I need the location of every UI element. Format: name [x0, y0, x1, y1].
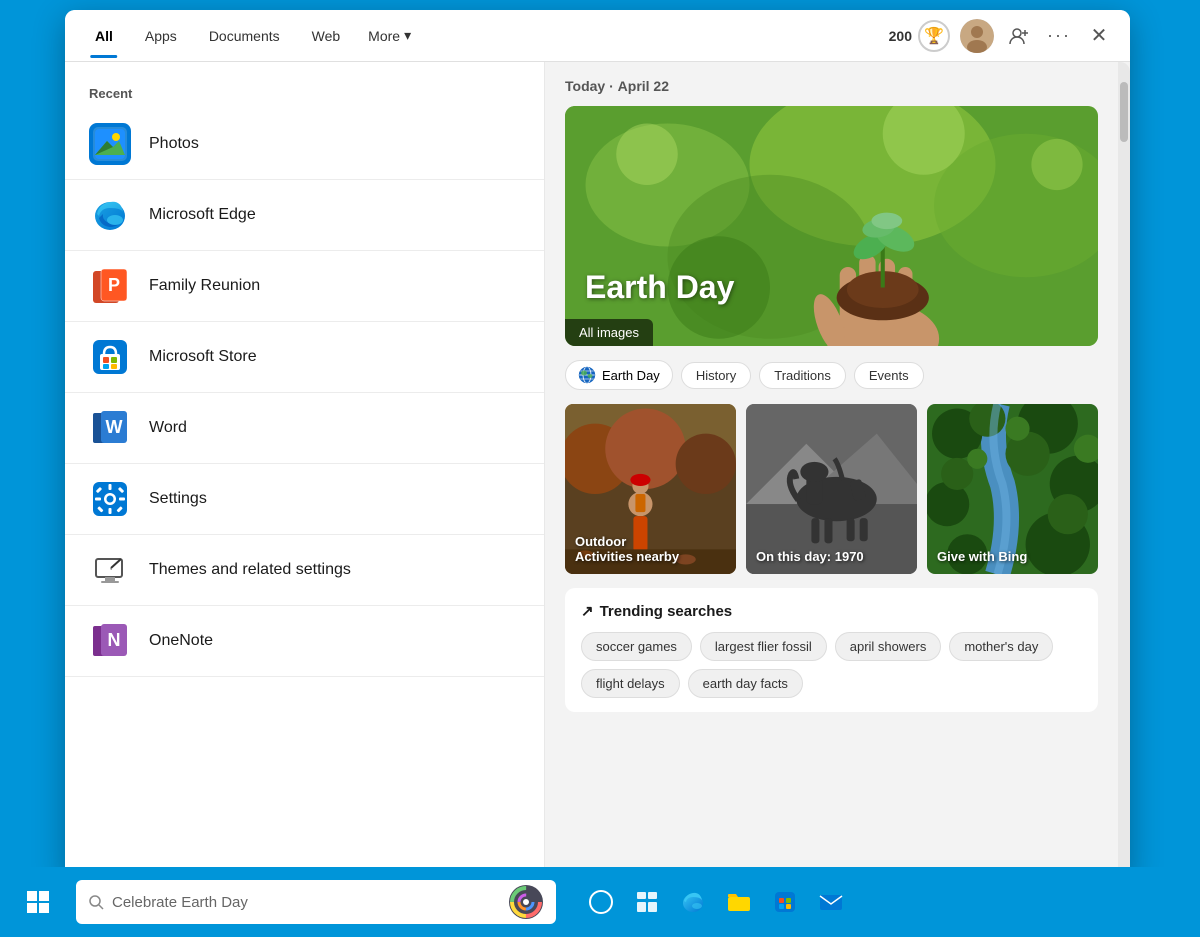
taskbar-mail-icon[interactable]	[816, 887, 846, 917]
trending-pill-2[interactable]: april showers	[835, 632, 942, 661]
date-separator: ·	[609, 78, 614, 94]
taskbar: Celebrate Earth Day	[0, 867, 1200, 937]
tab-apps[interactable]: Apps	[131, 22, 191, 50]
taskbar-grid-icon[interactable]	[632, 887, 662, 917]
taskbar-circle-icon[interactable]	[586, 887, 616, 917]
history-label: On this day: 1970	[756, 549, 864, 564]
tab-documents[interactable]: Documents	[195, 22, 294, 50]
main-content: Recent Photos	[65, 62, 1130, 880]
app-item-store[interactable]: Microsoft Store	[65, 322, 544, 393]
onenote-icon: N	[89, 620, 131, 662]
trending-section: ↗ Trending searches soccer games largest…	[565, 588, 1098, 712]
app-item-word[interactable]: W Word	[65, 393, 544, 464]
recent-label: Recent	[65, 78, 544, 109]
word-icon: W	[89, 407, 131, 449]
app-item-settings[interactable]: Settings	[65, 464, 544, 535]
taskbar-store-icon[interactable]	[770, 887, 800, 917]
tag-events[interactable]: Events	[854, 362, 924, 389]
svg-text:P: P	[108, 275, 120, 295]
trending-pill-5[interactable]: earth day facts	[688, 669, 803, 698]
app-name-settings: Settings	[149, 490, 207, 508]
bing-logo-icon	[508, 884, 544, 920]
close-button[interactable]: ✕	[1084, 21, 1114, 51]
app-name-themes: Themes and related settings	[149, 561, 351, 579]
app-item-themes[interactable]: Themes and related settings	[65, 535, 544, 606]
trending-pills: soccer games largest flier fossil april …	[581, 632, 1082, 698]
taskbar-edge-icon[interactable]	[678, 887, 708, 917]
app-item-photos[interactable]: Photos	[65, 109, 544, 180]
trending-pill-4[interactable]: flight delays	[581, 669, 680, 698]
trending-pill-1[interactable]: largest flier fossil	[700, 632, 827, 661]
taskbar-icons	[586, 887, 846, 917]
app-item-edge[interactable]: Microsoft Edge	[65, 180, 544, 251]
tab-web[interactable]: Web	[298, 22, 355, 50]
svg-text:W: W	[106, 417, 123, 437]
nav-tabs: All Apps Documents Web More ▾	[81, 21, 873, 50]
outdoor-label: OutdoorActivities nearby	[575, 534, 679, 564]
image-grid: OutdoorActivities nearby	[565, 404, 1098, 574]
scrollbar-thumb[interactable]	[1120, 82, 1128, 142]
left-panel: Recent Photos	[65, 62, 545, 880]
edge-icon	[89, 194, 131, 236]
avatar[interactable]	[960, 19, 994, 53]
grid-card-history[interactable]: On this day: 1970	[746, 404, 917, 574]
app-name-word: Word	[149, 419, 187, 437]
search-input[interactable]: Celebrate Earth Day	[112, 894, 500, 911]
title-bar: All Apps Documents Web More ▾ 200 🏆	[65, 10, 1130, 62]
add-person-icon[interactable]	[1004, 21, 1034, 51]
earth-day-tag[interactable]: Earth Day	[565, 360, 673, 390]
trophy-icon: 🏆	[918, 20, 950, 52]
tab-all[interactable]: All	[81, 22, 127, 50]
trending-label: Trending searches	[600, 603, 733, 620]
today-label: Today	[565, 78, 605, 94]
earth-day-tag-label: Earth Day	[602, 368, 660, 383]
app-name-photos: Photos	[149, 135, 199, 153]
tab-more[interactable]: More ▾	[358, 21, 421, 50]
hero-card[interactable]: Earth Day All images	[565, 106, 1098, 346]
app-item-family-reunion[interactable]: P Family Reunion	[65, 251, 544, 322]
trending-pill-3[interactable]: mother's day	[949, 632, 1053, 661]
hero-title: Earth Day	[585, 269, 734, 306]
photos-icon	[89, 123, 131, 165]
app-name-store: Microsoft Store	[149, 348, 257, 366]
powerpoint-icon: P	[89, 265, 131, 307]
score-value: 200	[889, 28, 912, 44]
svg-text:N: N	[108, 630, 121, 650]
scrollbar-rail[interactable]	[1118, 62, 1130, 880]
themes-icon	[89, 549, 131, 591]
grid-card-bing[interactable]: Give with Bing	[927, 404, 1098, 574]
app-item-onenote[interactable]: N OneNote	[65, 606, 544, 677]
taskbar-folder-icon[interactable]	[724, 887, 754, 917]
trending-pill-0[interactable]: soccer games	[581, 632, 692, 661]
tag-row: Earth Day History Traditions Events	[565, 360, 1098, 390]
trending-arrow-icon: ↗	[581, 602, 594, 620]
app-name-edge: Microsoft Edge	[149, 206, 256, 224]
store-icon	[89, 336, 131, 378]
grid-card-outdoor[interactable]: OutdoorActivities nearby	[565, 404, 736, 574]
bing-label: Give with Bing	[937, 549, 1027, 564]
search-bar[interactable]: Celebrate Earth Day	[76, 880, 556, 924]
start-button[interactable]	[20, 884, 56, 920]
tag-traditions[interactable]: Traditions	[759, 362, 846, 389]
date-header: Today · April 22	[565, 78, 1098, 94]
trending-header: ↗ Trending searches	[581, 602, 1082, 620]
app-name-onenote: OneNote	[149, 632, 213, 650]
more-options-button[interactable]: ···	[1044, 21, 1074, 51]
hero-subtitle[interactable]: All images	[565, 319, 653, 346]
app-name-family-reunion: Family Reunion	[149, 277, 260, 295]
search-window: All Apps Documents Web More ▾ 200 🏆	[65, 10, 1130, 880]
right-panel: Today · April 22	[545, 62, 1118, 880]
settings-icon	[89, 478, 131, 520]
hero-text: Earth Day	[585, 269, 734, 306]
title-bar-right: 200 🏆 ··· ✕	[889, 19, 1114, 53]
chevron-down-icon: ▾	[404, 27, 411, 44]
date-value: April 22	[618, 78, 669, 94]
hero-background	[565, 106, 1098, 346]
tag-history[interactable]: History	[681, 362, 751, 389]
search-icon	[88, 894, 104, 910]
score-badge: 200 🏆	[889, 20, 950, 52]
